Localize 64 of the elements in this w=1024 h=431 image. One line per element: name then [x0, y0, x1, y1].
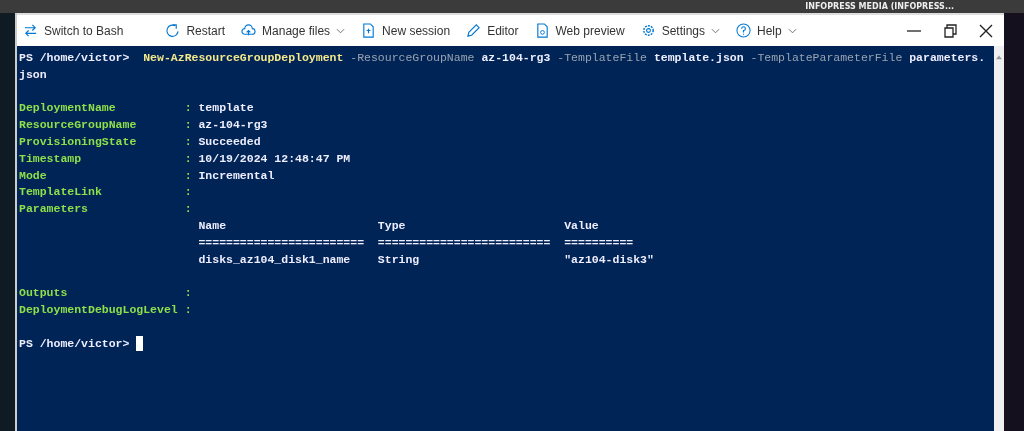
settings-icon [640, 23, 656, 38]
property-separator: : [184, 134, 192, 150]
property-separator: : [184, 117, 192, 134]
property-name: TemplateLink [19, 184, 103, 201]
command-token: template.json [653, 50, 744, 66]
command-token: parameters. [909, 50, 986, 66]
property-value: az-104-rg3 [198, 117, 268, 134]
table-cell-text: disks_az104_disk1_name [198, 251, 352, 268]
command-token: az-104-rg3 [481, 50, 551, 66]
toolbar-button[interactable]: Help [728, 17, 805, 44]
table-cell-text: "az104-disk3" [564, 251, 654, 268]
close-icon [978, 22, 994, 39]
toolbar-button[interactable]: Editor [458, 17, 527, 44]
property-name: DeploymentDebugLogLevel [19, 301, 179, 318]
table-cell-text: String [377, 251, 421, 268]
property-name: Timestamp [19, 150, 83, 167]
property-name: Parameters [19, 201, 89, 218]
property-value: Succeeded [198, 134, 261, 150]
header-underline: ========== [564, 234, 635, 251]
property-separator: : [184, 167, 192, 184]
document-icon [534, 23, 550, 38]
property-separator: : [184, 150, 192, 167]
property-name: DeploymentName [19, 100, 117, 117]
property-value: Incremental [198, 167, 275, 184]
prompt: PS /home/victor> [19, 50, 130, 66]
new-document-icon [361, 23, 377, 38]
command-token: json [19, 66, 47, 83]
property-separator: : [184, 100, 192, 117]
restart-icon [165, 23, 181, 38]
command-token: New-AzResourceGroupDeployment [143, 50, 344, 66]
toolbar-button[interactable]: Manage files [233, 17, 354, 44]
cloud-upload-icon [241, 23, 257, 38]
property-name: ResourceGroupName [19, 117, 138, 134]
column-header: Value [564, 217, 600, 234]
scrollbar[interactable] [994, 46, 1004, 431]
prompt: PS /home/victor> [19, 335, 130, 352]
property-name: Outputs [19, 285, 69, 302]
property-separator: : [184, 201, 192, 218]
switch-arrows-icon [23, 23, 38, 38]
toolbar-button[interactable]: Web preview [526, 17, 633, 44]
account-name: INFOPRESS MEDIA (INFOPRESS... [805, 2, 954, 11]
toolbar-button[interactable]: New session [353, 17, 459, 44]
toolbar-button[interactable]: Settings [632, 17, 728, 44]
property-separator: : [184, 285, 192, 302]
help-icon [736, 23, 751, 38]
property-value: 10/19/2024 12:48:47 PM [198, 150, 351, 167]
pencil-icon [466, 23, 482, 38]
property-value: template [198, 100, 254, 117]
header-underline: ========================= [377, 234, 552, 251]
property-separator: : [184, 301, 192, 318]
property-separator: : [184, 184, 192, 201]
column-header: Type [377, 217, 407, 234]
header-underline: ======================== [198, 234, 366, 251]
toolbar-button[interactable]: Restart [157, 17, 234, 44]
command-token: -TemplateParameterFile [750, 50, 903, 66]
command-token: -ResourceGroupName [350, 50, 475, 66]
restore-icon [942, 22, 958, 39]
toolbar-button[interactable]: Switch to Bash [17, 17, 132, 44]
scroll-up-icon[interactable] [995, 54, 1003, 60]
command-token: -TemplateFile [557, 50, 647, 66]
property-name: Mode [19, 167, 48, 184]
column-header: Name [198, 217, 228, 234]
minimize-icon [907, 29, 921, 32]
property-name: ProvisioningState [19, 134, 138, 150]
